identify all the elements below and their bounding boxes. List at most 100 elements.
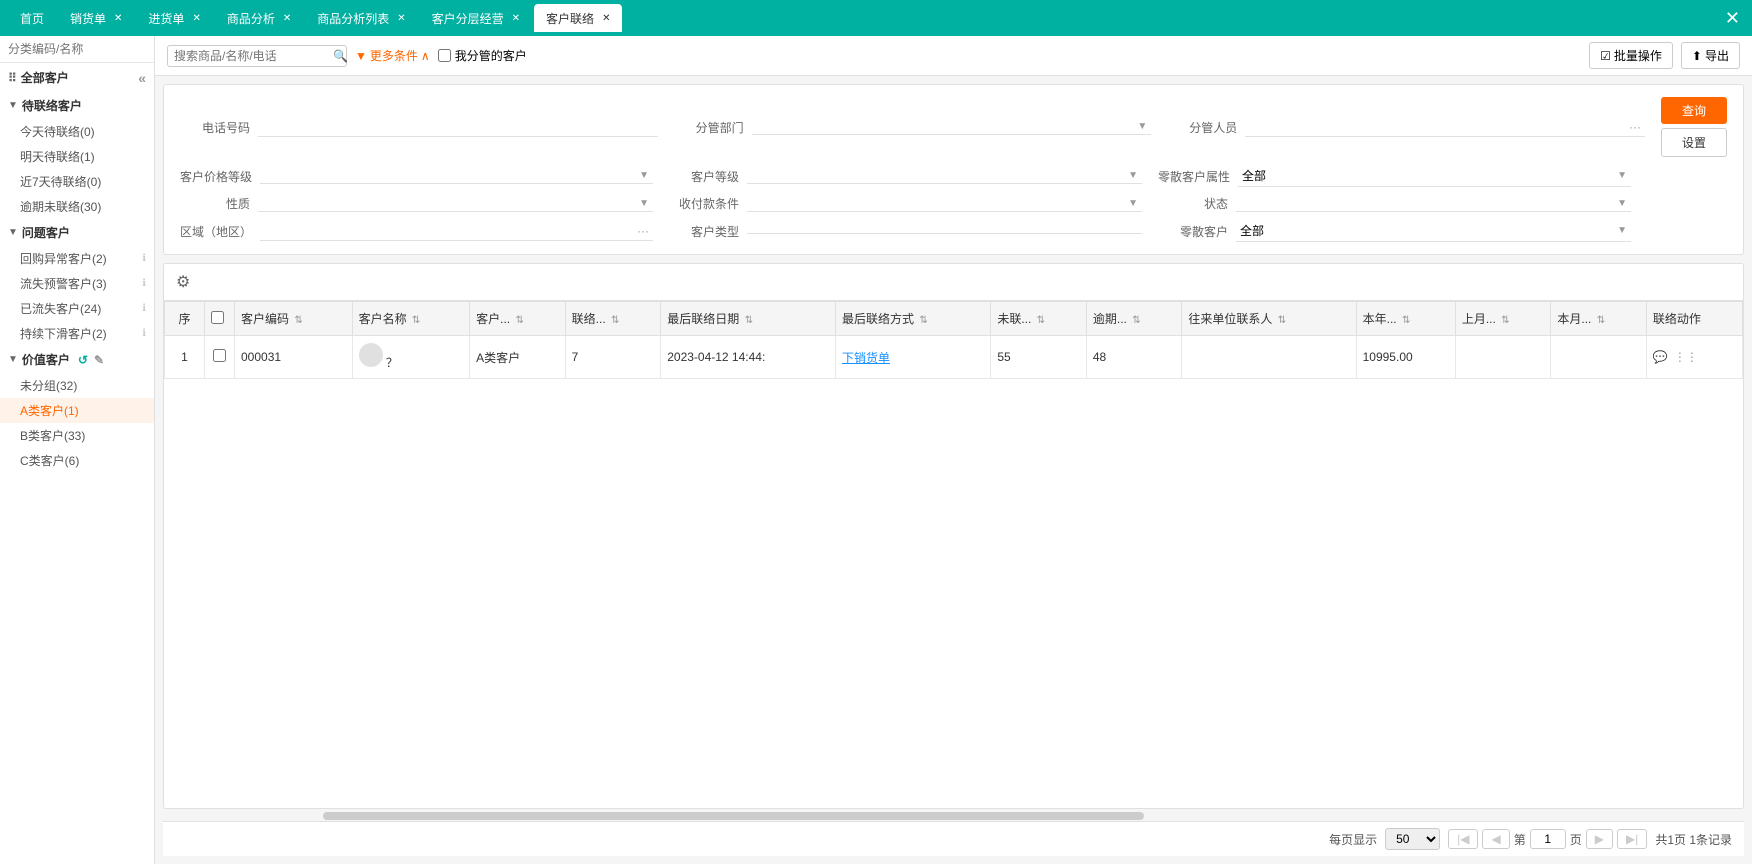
- customer-type-select[interactable]: [747, 229, 1142, 234]
- retail-customer-select[interactable]: 全部 ▼: [1236, 220, 1631, 242]
- col-last-date[interactable]: 最后联络日期 ⇅: [661, 302, 836, 336]
- table-section: ⚙ 序 客户编码 ⇅ 客户名称 ⇅ 客户... ⇅ 联络... ⇅: [163, 263, 1744, 856]
- sidebar-item-declining[interactable]: 持续下滑客户(2) ℹ: [0, 321, 154, 346]
- customers-table: 序 客户编码 ⇅ 客户名称 ⇅ 客户... ⇅ 联络... ⇅ 最后联络日期 ⇅…: [164, 301, 1743, 379]
- more-action-icon[interactable]: ⋮⋮: [1674, 350, 1698, 364]
- nav-tab-customer-contact[interactable]: 客户联络 ✕: [534, 4, 622, 32]
- col-this-month[interactable]: 本月... ⇅: [1551, 302, 1647, 336]
- close-icon[interactable]: ✕: [602, 13, 610, 24]
- nav-tab-customer-tier[interactable]: 客户分层经营 ✕: [420, 4, 532, 32]
- filter-row-4: 区域（地区） ··· 客户类型 零散客户 全部 ▼: [180, 216, 1727, 246]
- next-page-button[interactable]: ▶: [1586, 829, 1613, 849]
- close-icon[interactable]: ✕: [397, 13, 405, 24]
- page-size-select[interactable]: 50 20 100 200: [1385, 828, 1440, 850]
- tree-group-value-label[interactable]: ▼ 价值客户 ↺ ✎: [0, 346, 154, 373]
- last-page-button[interactable]: ▶|: [1617, 829, 1647, 849]
- filter-more-button[interactable]: ▼ 更多条件 ∧: [355, 47, 430, 64]
- export-button[interactable]: ⬆ 导出: [1681, 42, 1740, 69]
- chevron-down-icon: ▼: [639, 170, 649, 181]
- sidebar-item-overdue-contact[interactable]: 逾期未联络(30): [0, 194, 154, 219]
- first-page-button[interactable]: |◀: [1448, 829, 1478, 849]
- sidebar-item-class-b[interactable]: B类客户(33): [0, 423, 154, 448]
- edit-icon[interactable]: ✎: [94, 353, 104, 367]
- close-icon[interactable]: ✕: [283, 13, 291, 24]
- nav-tab-product-analysis[interactable]: 商品分析 ✕: [215, 4, 303, 32]
- batch-operation-button[interactable]: ☑ 批量操作: [1589, 42, 1673, 69]
- dept-select[interactable]: ▼: [752, 119, 1152, 135]
- chevron-down-icon: ▼: [1617, 225, 1627, 236]
- col-last-month[interactable]: 上月... ⇅: [1455, 302, 1551, 336]
- col-name[interactable]: 客户名称 ⇅: [352, 302, 470, 336]
- col-last-method[interactable]: 最后联络方式 ⇅: [835, 302, 990, 336]
- select-all-checkbox[interactable]: [211, 311, 224, 324]
- tree-group-pending: ▼ 待联络客户 今天待联络(0) 明天待联络(1) 近7天待联络(0) 逾期未联…: [0, 92, 154, 219]
- sidebar-collapse-icon[interactable]: «: [138, 70, 146, 86]
- row-checkbox[interactable]: [213, 349, 226, 362]
- filter-panel: 电话号码 分管部门 ▼ 分管人员 ···: [163, 84, 1744, 255]
- sidebar-item-class-a[interactable]: A类客户(1): [0, 398, 154, 423]
- export-icon: ⬆: [1692, 49, 1702, 63]
- tree-group-problem-label[interactable]: ▼ 问题客户: [0, 219, 154, 246]
- more-icon[interactable]: ···: [1629, 120, 1641, 134]
- my-customers-check[interactable]: [438, 49, 451, 62]
- sidebar-item-churned[interactable]: 已流失客户(24) ℹ: [0, 296, 154, 321]
- col-actions: 联络动作: [1646, 302, 1742, 336]
- cell-checkbox: [205, 336, 235, 379]
- sidebar-item-week-pending[interactable]: 近7天待联络(0): [0, 169, 154, 194]
- close-icon[interactable]: ✕: [192, 13, 200, 24]
- last-method-link[interactable]: 下销货单: [842, 351, 890, 365]
- payment-select[interactable]: ▼: [747, 196, 1142, 212]
- search-icon[interactable]: 🔍: [333, 49, 348, 63]
- my-customers-checkbox[interactable]: 我分管的客户: [438, 47, 527, 64]
- search-input[interactable]: [174, 49, 329, 63]
- nav-tab-product-list[interactable]: 商品分析列表 ✕: [305, 4, 417, 32]
- filter-retail-attr: 零散客户属性 全部 ▼: [1158, 165, 1631, 187]
- region-select[interactable]: ···: [260, 222, 653, 241]
- sidebar-search-input[interactable]: [8, 42, 155, 56]
- customer-level-select[interactable]: ▼: [747, 168, 1142, 184]
- close-icon[interactable]: ✕: [114, 13, 122, 24]
- col-contact-person[interactable]: 往来单位联系人 ⇅: [1182, 302, 1356, 336]
- close-icon[interactable]: ✕: [512, 13, 520, 24]
- person-select[interactable]: ···: [1245, 118, 1645, 137]
- price-level-select[interactable]: ▼: [260, 168, 653, 184]
- cell-this-month: [1551, 336, 1647, 379]
- sidebar-item-abnormal-repurchase[interactable]: 回购异常客户(2) ℹ: [0, 246, 154, 271]
- page-input[interactable]: [1530, 829, 1566, 849]
- col-level[interactable]: 客户... ⇅: [470, 302, 566, 336]
- toolbar-search-area: 🔍: [167, 45, 347, 67]
- nav-tab-sales[interactable]: 销货单 ✕: [58, 4, 134, 32]
- window-close-button[interactable]: ✕: [1721, 4, 1744, 33]
- phone-input[interactable]: [258, 118, 658, 137]
- sidebar-item-tomorrow-pending[interactable]: 明天待联络(1): [0, 144, 154, 169]
- col-uncontacted[interactable]: 未联... ⇅: [991, 302, 1087, 336]
- filter-icon: ▼: [355, 49, 367, 63]
- nature-select[interactable]: ▼: [258, 196, 653, 212]
- sidebar-item-today-pending[interactable]: 今天待联络(0): [0, 119, 154, 144]
- nav-tab-home[interactable]: 首页: [8, 4, 56, 32]
- info-icon: ℹ: [142, 278, 146, 289]
- sidebar-item-churn-warning[interactable]: 流失预警客户(3) ℹ: [0, 271, 154, 296]
- chevron-down-icon: ▼: [639, 198, 649, 209]
- retail-attr-select[interactable]: 全部 ▼: [1238, 165, 1631, 187]
- info-icon: ℹ: [142, 303, 146, 314]
- sidebar-item-ungrouped[interactable]: 未分组(32): [0, 373, 154, 398]
- col-code[interactable]: 客户编码 ⇅: [235, 302, 353, 336]
- chat-icon[interactable]: 💬: [1653, 350, 1668, 364]
- table-settings-icon[interactable]: ⚙: [172, 268, 194, 296]
- nav-tab-purchase[interactable]: 进货单 ✕: [136, 4, 212, 32]
- query-button[interactable]: 查询: [1661, 97, 1727, 124]
- col-this-year[interactable]: 本年... ⇅: [1356, 302, 1455, 336]
- sort-icon: ⇅: [1402, 315, 1410, 326]
- status-select[interactable]: ▼: [1236, 196, 1631, 212]
- more-icon[interactable]: ···: [637, 224, 649, 238]
- sidebar-item-class-c[interactable]: C类客户(6): [0, 448, 154, 473]
- col-contact-count[interactable]: 联络... ⇅: [565, 302, 661, 336]
- filter-row-1: 电话号码 分管部门 ▼ 分管人员 ···: [180, 93, 1727, 161]
- tree-group-pending-label[interactable]: ▼ 待联络客户: [0, 92, 154, 119]
- cell-index: 1: [165, 336, 205, 379]
- prev-page-button[interactable]: ◀: [1482, 829, 1509, 849]
- refresh-icon[interactable]: ↺: [78, 353, 88, 367]
- settings-button[interactable]: 设置: [1661, 128, 1727, 157]
- col-overdue[interactable]: 逾期... ⇅: [1086, 302, 1182, 336]
